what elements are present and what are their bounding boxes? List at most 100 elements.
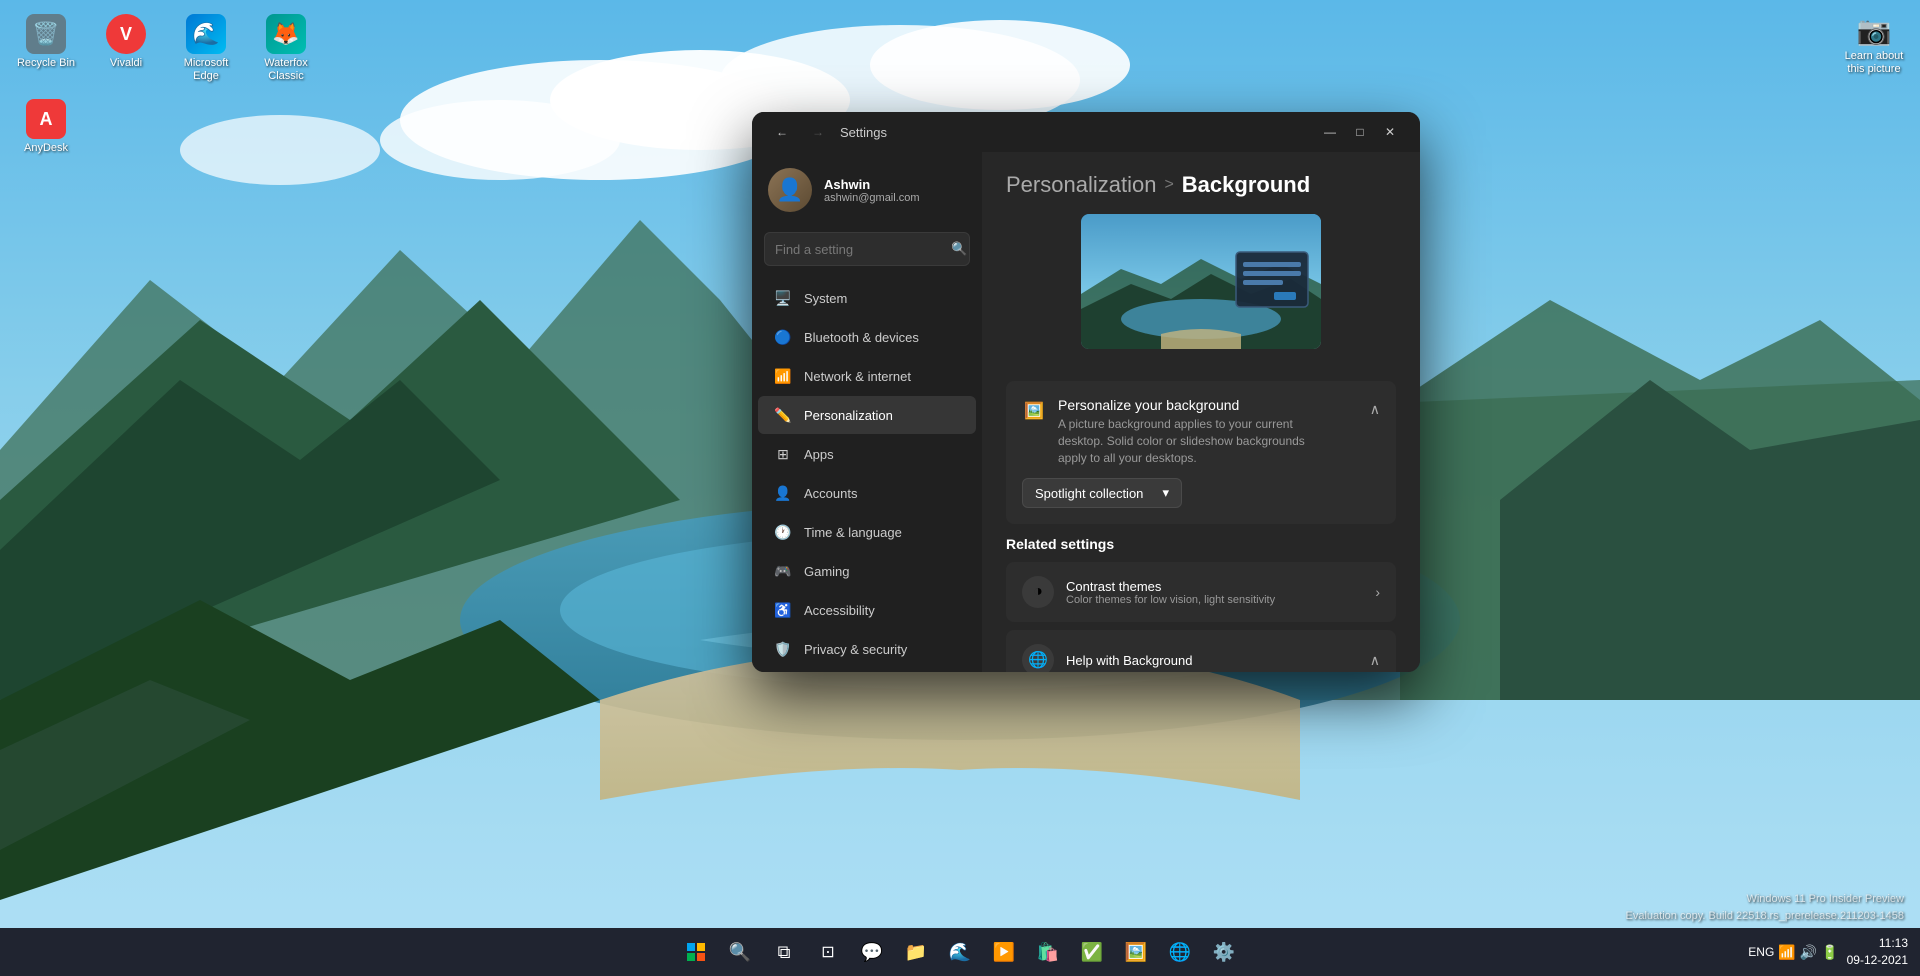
- help-section: 🌐 Help with Background ∧: [1006, 630, 1396, 672]
- settings-sidebar: 👤 Ashwin ashwin@gmail.com 🔍: [752, 152, 982, 672]
- contrast-title: Contrast themes: [1066, 579, 1275, 594]
- time-icon: 🕐: [774, 523, 792, 541]
- accessibility-label: Accessibility: [804, 603, 875, 618]
- privacy-icon: 🛡️: [774, 640, 792, 658]
- gaming-label: Gaming: [804, 564, 850, 579]
- user-profile[interactable]: 👤 Ashwin ashwin@gmail.com: [752, 160, 982, 228]
- settings-window: ← → Settings — □ ✕ 👤 Ashwin ashwin@gmail…: [752, 112, 1420, 672]
- card-title: Personalize your background: [1058, 397, 1318, 413]
- background-type-dropdown[interactable]: Spotlight collection ▾: [1022, 478, 1182, 508]
- personalization-icon: ✏️: [774, 406, 792, 424]
- learn-about-icon: 📷: [1854, 10, 1894, 50]
- window-title: Settings: [840, 125, 887, 140]
- card-text: Personalize your background A picture ba…: [1058, 397, 1318, 466]
- icon-row-2: A AnyDesk: [10, 95, 322, 159]
- personalize-background-card: 🖼️ Personalize your background A picture…: [1006, 381, 1396, 524]
- taskbar-clock[interactable]: 11:13 09-12-2021: [1847, 935, 1908, 969]
- system-label: System: [804, 291, 847, 306]
- card-header[interactable]: 🖼️ Personalize your background A picture…: [1022, 397, 1380, 466]
- windows-logo-icon: [686, 942, 706, 962]
- taskbar-fileexplorer-button[interactable]: 📁: [896, 932, 936, 972]
- preview-svg: [1081, 214, 1321, 349]
- edge-icon: 🌊: [186, 14, 226, 54]
- user-avatar: 👤: [768, 168, 812, 212]
- sidebar-item-privacy[interactable]: 🛡️ Privacy & security: [758, 630, 976, 668]
- taskbar-msstore-button[interactable]: 🛍️: [1028, 932, 1068, 972]
- close-button[interactable]: ✕: [1376, 118, 1404, 146]
- battery-icon[interactable]: 🔋: [1821, 944, 1838, 961]
- taskbar-search-button[interactable]: 🔍: [720, 932, 760, 972]
- help-text: Help with Background: [1066, 653, 1192, 668]
- desktop-icon-vivaldi[interactable]: V Vivaldi: [90, 10, 162, 87]
- sidebar-item-bluetooth[interactable]: 🔵 Bluetooth & devices: [758, 318, 976, 356]
- desktop-icon-edge[interactable]: 🌊 Microsoft Edge: [170, 10, 242, 87]
- time-label: Time & language: [804, 525, 902, 540]
- sidebar-item-accessibility[interactable]: ♿ Accessibility: [758, 591, 976, 629]
- help-chevron: ∧: [1370, 652, 1380, 669]
- sidebar-item-accounts[interactable]: 👤 Accounts: [758, 474, 976, 512]
- language-indicator[interactable]: ENG: [1748, 945, 1774, 959]
- desktop-icon-waterfox[interactable]: 🦊 Waterfox Classic: [250, 10, 322, 87]
- dropdown-arrow: ▾: [1162, 485, 1169, 501]
- desktop-icon-recycle-bin[interactable]: 🗑️ Recycle Bin: [10, 10, 82, 87]
- sidebar-item-windows-update[interactable]: ↻ Windows Update: [758, 669, 976, 672]
- taskbar-sys-icons: ENG 📶 🔊 🔋: [1748, 944, 1838, 961]
- taskbar-media-button[interactable]: ▶️: [984, 932, 1024, 972]
- recycle-bin-label: Recycle Bin: [17, 57, 75, 70]
- icon-row-1: 🗑️ Recycle Bin V Vivaldi 🌊 Microsoft Edg…: [10, 10, 322, 87]
- card-header-left: 🖼️ Personalize your background A picture…: [1022, 397, 1318, 466]
- dropdown-value: Spotlight collection: [1035, 486, 1143, 501]
- help-item[interactable]: 🌐 Help with Background ∧: [1006, 630, 1396, 672]
- maximize-button[interactable]: □: [1346, 118, 1374, 146]
- sidebar-item-time[interactable]: 🕐 Time & language: [758, 513, 976, 551]
- desktop-icon-learn-about[interactable]: 📷 Learn about this picture: [1838, 10, 1910, 76]
- card-chevron-up[interactable]: ∧: [1370, 401, 1380, 418]
- taskbar-teams-button[interactable]: 💬: [852, 932, 892, 972]
- taskbar-widgets-button[interactable]: ⊡: [808, 932, 848, 972]
- taskbar-edge2-button[interactable]: 🌐: [1160, 932, 1200, 972]
- help-icon: 🌐: [1022, 644, 1054, 672]
- gaming-icon: 🎮: [774, 562, 792, 580]
- taskbar-photos-button[interactable]: 🖼️: [1116, 932, 1156, 972]
- taskbar-start-button[interactable]: [676, 932, 716, 972]
- network-icon: 📶: [774, 367, 792, 385]
- branding-line2: Evaluation copy. Build 22518.rs_prerelea…: [1626, 908, 1904, 925]
- search-input[interactable]: [775, 242, 951, 257]
- accessibility-icon: ♿: [774, 601, 792, 619]
- related-item-contrast[interactable]: ◑ Contrast themes Color themes for low v…: [1006, 562, 1396, 622]
- learn-about-label: Learn about this picture: [1838, 50, 1910, 76]
- taskbar-taskview-button[interactable]: ⧉: [764, 932, 804, 972]
- forward-button[interactable]: →: [804, 118, 832, 146]
- network-icon[interactable]: 📶: [1778, 944, 1795, 961]
- search-box[interactable]: 🔍: [764, 232, 970, 266]
- contrast-icon: ◑: [1022, 576, 1054, 608]
- privacy-label: Privacy & security: [804, 642, 907, 657]
- sidebar-item-personalization[interactable]: ✏️ Personalization: [758, 396, 976, 434]
- back-button[interactable]: ←: [768, 118, 796, 146]
- settings-nav: 🖥️ System 🔵 Bluetooth & devices 📶 Networ…: [752, 279, 982, 672]
- taskbar-browser-button[interactable]: 🌊: [940, 932, 980, 972]
- title-bar-controls: ← → Settings: [768, 118, 1316, 146]
- taskbar-todo-button[interactable]: ✅: [1072, 932, 1112, 972]
- search-container: 🔍: [752, 228, 982, 278]
- minimize-button[interactable]: —: [1316, 118, 1344, 146]
- sidebar-item-network[interactable]: 📶 Network & internet: [758, 357, 976, 395]
- waterfox-icon: 🦊: [266, 14, 306, 54]
- sound-icon[interactable]: 🔊: [1800, 944, 1817, 961]
- bluetooth-icon: 🔵: [774, 328, 792, 346]
- sidebar-item-apps[interactable]: ⊞ Apps: [758, 435, 976, 473]
- clock-time: 11:13: [1847, 935, 1908, 952]
- related-text: Contrast themes Color themes for low vis…: [1066, 579, 1275, 606]
- personalize-icon: 🖼️: [1022, 399, 1046, 423]
- sidebar-item-gaming[interactable]: 🎮 Gaming: [758, 552, 976, 590]
- page-breadcrumb: Personalization > Background: [1006, 172, 1396, 198]
- waterfox-label: Waterfox Classic: [254, 57, 318, 83]
- contrast-desc: Color themes for low vision, light sensi…: [1066, 594, 1275, 606]
- desktop-icon-anydesk[interactable]: A AnyDesk: [10, 95, 82, 159]
- taskbar-center: 🔍 ⧉ ⊡ 💬 📁 🌊 ▶️ 🛍️ ✅ 🖼️ 🌐 ⚙️: [676, 932, 1244, 972]
- sidebar-item-system[interactable]: 🖥️ System: [758, 279, 976, 317]
- accounts-icon: 👤: [774, 484, 792, 502]
- taskbar-settings-button[interactable]: ⚙️: [1204, 932, 1244, 972]
- apps-label: Apps: [804, 447, 834, 462]
- accounts-label: Accounts: [804, 486, 857, 501]
